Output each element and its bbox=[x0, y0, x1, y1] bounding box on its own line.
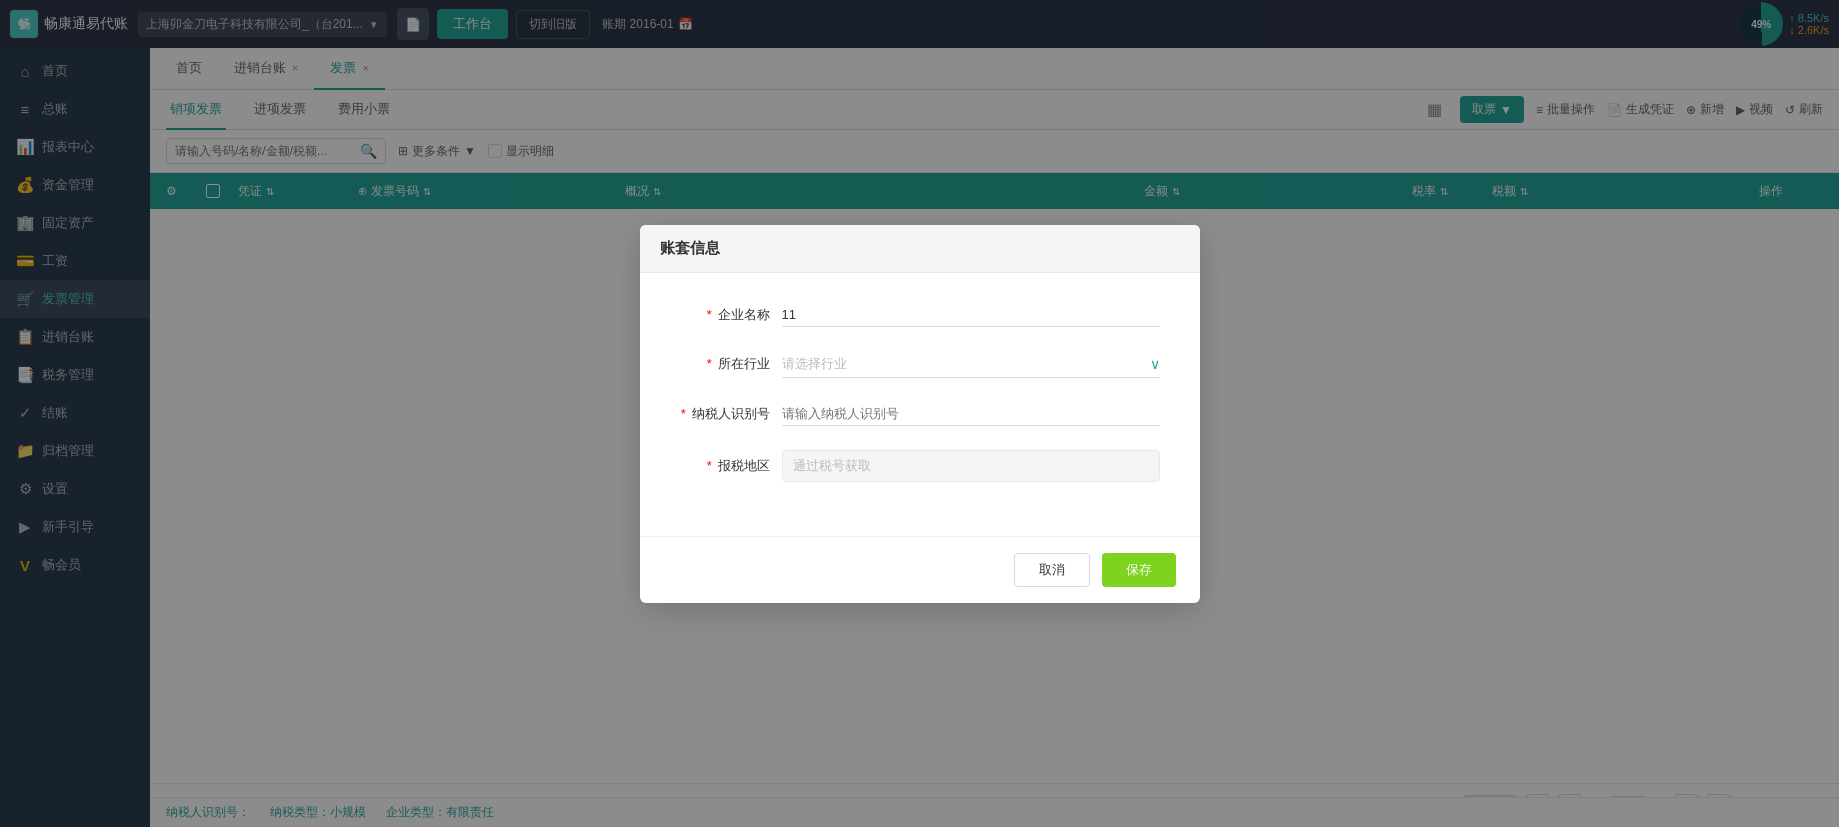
tax-id-input[interactable] bbox=[782, 402, 1160, 426]
industry-required: * bbox=[707, 356, 712, 371]
save-button[interactable]: 保存 bbox=[1102, 553, 1176, 587]
tax-id-row: * 纳税人识别号 bbox=[680, 402, 1160, 426]
tax-region-placeholder: 通过税号获取 bbox=[793, 458, 871, 473]
dialog-title: 账套信息 bbox=[660, 239, 720, 256]
modal-overlay: 账套信息 * 企业名称 * 所在行业 请选择行业 ∨ bbox=[0, 0, 1839, 827]
dialog-footer: 取消 保存 bbox=[640, 536, 1200, 603]
tax-region-required: * bbox=[707, 458, 712, 473]
tax-region-label: * 报税地区 bbox=[680, 457, 770, 475]
company-name-label: * 企业名称 bbox=[680, 306, 770, 324]
tax-region-input: 通过税号获取 bbox=[782, 450, 1160, 482]
industry-select[interactable]: 请选择行业 ∨ bbox=[782, 351, 1160, 378]
company-name-required: * bbox=[707, 307, 712, 322]
company-name-row: * 企业名称 bbox=[680, 303, 1160, 327]
tax-id-label: * 纳税人识别号 bbox=[680, 405, 770, 423]
industry-row: * 所在行业 请选择行业 ∨ bbox=[680, 351, 1160, 378]
industry-placeholder: 请选择行业 bbox=[782, 355, 847, 373]
company-name-input[interactable] bbox=[782, 303, 1160, 327]
cancel-button[interactable]: 取消 bbox=[1014, 553, 1090, 587]
dialog-body: * 企业名称 * 所在行业 请选择行业 ∨ * bbox=[640, 273, 1200, 536]
account-info-dialog: 账套信息 * 企业名称 * 所在行业 请选择行业 ∨ bbox=[640, 225, 1200, 603]
tax-id-required: * bbox=[681, 406, 686, 421]
tax-region-row: * 报税地区 通过税号获取 bbox=[680, 450, 1160, 482]
industry-label: * 所在行业 bbox=[680, 355, 770, 373]
industry-dropdown-arrow: ∨ bbox=[1150, 356, 1160, 372]
dialog-header: 账套信息 bbox=[640, 225, 1200, 273]
